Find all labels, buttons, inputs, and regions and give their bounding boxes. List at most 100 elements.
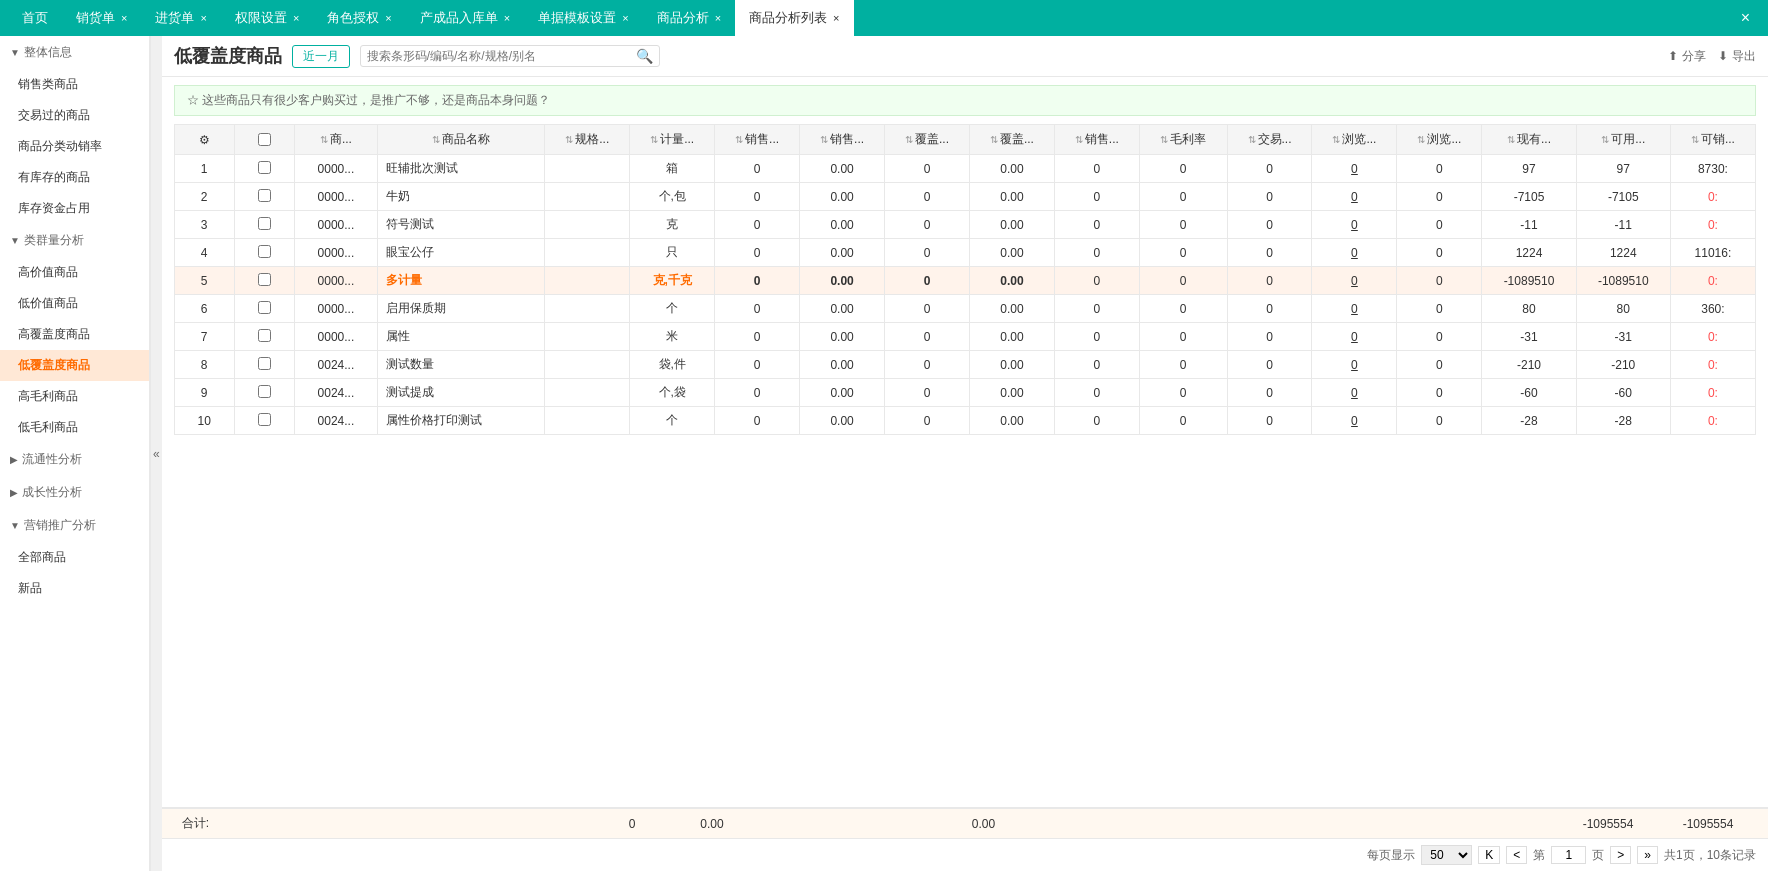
- sidebar-section-成长性分析[interactable]: ▶ 成长性分析: [0, 476, 149, 509]
- prev-page-button[interactable]: <: [1506, 846, 1527, 864]
- th-trade[interactable]: ⇅交易...: [1227, 125, 1312, 155]
- sidebar-section-流通性分析[interactable]: ▶ 流通性分析: [0, 443, 149, 476]
- time-filter-button[interactable]: 近一月: [292, 45, 350, 68]
- nav-sales[interactable]: 销货单 ×: [62, 0, 141, 36]
- export-button[interactable]: ⬇ 导出: [1718, 48, 1756, 65]
- sidebar-item-交易过的商品[interactable]: 交易过的商品: [0, 100, 149, 131]
- th-spec[interactable]: ⇅规格...: [545, 125, 630, 155]
- window-close-button[interactable]: ×: [1731, 9, 1760, 27]
- nav-template-close[interactable]: ×: [622, 0, 628, 36]
- th-unit[interactable]: ⇅计量...: [630, 125, 715, 155]
- nav-analysis[interactable]: 商品分析 ×: [643, 0, 735, 36]
- sidebar-item-低毛利商品[interactable]: 低毛利商品: [0, 412, 149, 443]
- row-browse1[interactable]: 0: [1312, 379, 1397, 407]
- nav-sales-close[interactable]: ×: [121, 0, 127, 36]
- sidebar-item-库存资金占用[interactable]: 库存资金占用: [0, 193, 149, 224]
- row-checkbox[interactable]: [234, 379, 294, 407]
- th-checkbox[interactable]: [234, 125, 294, 155]
- th-sales-amt[interactable]: ⇅销售...: [800, 125, 885, 155]
- row-browse1[interactable]: 0: [1312, 323, 1397, 351]
- page-number-input[interactable]: [1551, 846, 1586, 864]
- row-checkbox[interactable]: [234, 295, 294, 323]
- search-input[interactable]: [367, 49, 636, 63]
- search-icon[interactable]: 🔍: [636, 48, 653, 64]
- th-stock-avail[interactable]: ⇅可用...: [1576, 125, 1670, 155]
- row-browse1[interactable]: 0: [1312, 211, 1397, 239]
- sidebar-item-有库存的商品[interactable]: 有库存的商品: [0, 162, 149, 193]
- nav-production[interactable]: 产成品入库单 ×: [406, 0, 524, 36]
- row-select-checkbox[interactable]: [258, 413, 271, 426]
- th-code[interactable]: ⇅商...: [294, 125, 378, 155]
- row-browse1[interactable]: 0: [1312, 295, 1397, 323]
- row-select-checkbox[interactable]: [258, 357, 271, 370]
- th-stock-sell[interactable]: ⇅可销...: [1670, 125, 1755, 155]
- nav-role-close[interactable]: ×: [385, 0, 391, 36]
- th-name[interactable]: ⇅商品名称: [378, 125, 545, 155]
- th-stock-cur[interactable]: ⇅现有...: [1482, 125, 1576, 155]
- row-checkbox[interactable]: [234, 183, 294, 211]
- row-browse1[interactable]: 0: [1312, 407, 1397, 435]
- nav-permission[interactable]: 权限设置 ×: [221, 0, 313, 36]
- row-select-checkbox[interactable]: [258, 273, 271, 286]
- share-button[interactable]: ⬆ 分享: [1668, 48, 1706, 65]
- last-page-button[interactable]: »: [1637, 846, 1658, 864]
- nav-analysis-close[interactable]: ×: [715, 0, 721, 36]
- sidebar-item-高毛利商品[interactable]: 高毛利商品: [0, 381, 149, 412]
- nav-permission-close[interactable]: ×: [293, 0, 299, 36]
- th-cover1[interactable]: ⇅覆盖...: [885, 125, 970, 155]
- sidebar-item-商品分类动销率[interactable]: 商品分类动销率: [0, 131, 149, 162]
- nav-purchase-close[interactable]: ×: [200, 0, 206, 36]
- nav-template[interactable]: 单据模板设置 ×: [524, 0, 642, 36]
- row-select-checkbox[interactable]: [258, 189, 271, 202]
- row-select-checkbox[interactable]: [258, 329, 271, 342]
- th-browse2[interactable]: ⇅浏览...: [1397, 125, 1482, 155]
- row-checkbox[interactable]: [234, 407, 294, 435]
- sidebar-item-新品[interactable]: 新品: [0, 573, 149, 604]
- sidebar-section-整体信息[interactable]: ▼ 整体信息: [0, 36, 149, 69]
- nav-role[interactable]: 角色授权 ×: [313, 0, 405, 36]
- row-unit: 克,千克: [630, 267, 715, 295]
- nav-analysis-list-close[interactable]: ×: [833, 0, 839, 36]
- nav-home[interactable]: 首页: [8, 0, 62, 36]
- sidebar-collapse-button[interactable]: «: [150, 36, 162, 871]
- row-browse1[interactable]: 0: [1312, 351, 1397, 379]
- data-table-wrapper[interactable]: ⚙ ⇅商... ⇅商品名称 ⇅规格... ⇅计量... ⇅销售... ⇅销售..…: [174, 124, 1756, 807]
- th-settings[interactable]: ⚙: [174, 125, 234, 155]
- row-select-checkbox[interactable]: [258, 301, 271, 314]
- row-browse1[interactable]: 0: [1312, 267, 1397, 295]
- sidebar-item-低价值商品[interactable]: 低价值商品: [0, 288, 149, 319]
- nav-production-close[interactable]: ×: [504, 0, 510, 36]
- th-cover2[interactable]: ⇅覆盖...: [969, 125, 1054, 155]
- nav-analysis-list[interactable]: 商品分析列表 ×: [735, 0, 853, 36]
- sidebar-item-销售类商品[interactable]: 销售类商品: [0, 69, 149, 100]
- row-select-checkbox[interactable]: [258, 385, 271, 398]
- th-sales-qty[interactable]: ⇅销售...: [715, 125, 800, 155]
- row-browse1[interactable]: 0: [1312, 155, 1397, 183]
- th-sales-days[interactable]: ⇅销售...: [1054, 125, 1139, 155]
- sidebar-section-营销推广分析[interactable]: ▼ 营销推广分析: [0, 509, 149, 542]
- first-page-button[interactable]: K: [1478, 846, 1500, 864]
- next-page-button[interactable]: >: [1610, 846, 1631, 864]
- sidebar-item-低覆盖度商品[interactable]: 低覆盖度商品: [0, 350, 149, 381]
- th-browse1[interactable]: ⇅浏览...: [1312, 125, 1397, 155]
- nav-purchase[interactable]: 进货单 ×: [141, 0, 220, 36]
- row-browse1[interactable]: 0: [1312, 239, 1397, 267]
- row-checkbox[interactable]: [234, 323, 294, 351]
- select-all-checkbox[interactable]: [258, 133, 271, 146]
- sidebar-item-高覆盖度商品[interactable]: 高覆盖度商品: [0, 319, 149, 350]
- sidebar-item-全部商品[interactable]: 全部商品: [0, 542, 149, 573]
- row-select-checkbox[interactable]: [258, 217, 271, 230]
- row-checkbox[interactable]: [234, 267, 294, 295]
- row-checkbox[interactable]: [234, 211, 294, 239]
- row-checkbox[interactable]: [234, 239, 294, 267]
- row-checkbox[interactable]: [234, 351, 294, 379]
- page-size-select[interactable]: 50 20 100: [1421, 845, 1472, 865]
- row-select-checkbox[interactable]: [258, 161, 271, 174]
- th-gross-rate[interactable]: ⇅毛利率: [1139, 125, 1227, 155]
- row-checkbox[interactable]: [234, 155, 294, 183]
- row-select-checkbox[interactable]: [258, 245, 271, 258]
- sidebar-item-高价值商品[interactable]: 高价值商品: [0, 257, 149, 288]
- row-browse1[interactable]: 0: [1312, 183, 1397, 211]
- sidebar-section-类群量分析[interactable]: ▼ 类群量分析: [0, 224, 149, 257]
- settings-icon[interactable]: ⚙: [199, 133, 210, 147]
